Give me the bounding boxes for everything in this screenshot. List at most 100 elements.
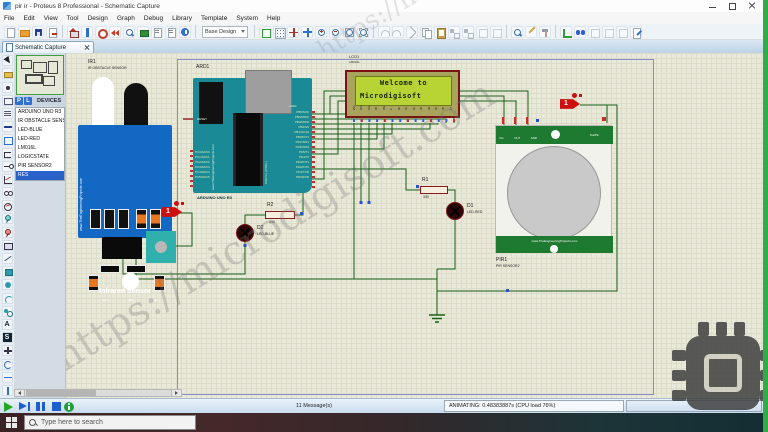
zoom-in-icon[interactable] (315, 26, 327, 38)
tab-close-icon[interactable] (84, 45, 90, 51)
device-list-item[interactable]: LED-BLUE (16, 126, 64, 135)
zoom-area-icon[interactable] (357, 26, 369, 38)
refresh-icon[interactable] (81, 26, 93, 38)
scroll-left-icon[interactable] (15, 390, 25, 396)
2d-arc-icon[interactable] (2, 293, 13, 304)
ir-sensor-module[interactable]: www.TheEngineeringProjects.com Infrared … (78, 125, 172, 238)
taskbar-search[interactable]: Type here to search (24, 415, 196, 430)
device-pin-icon[interactable] (2, 161, 13, 172)
menu-item[interactable]: Edit (23, 15, 34, 22)
device-list-item[interactable]: LED-RED (16, 135, 64, 144)
library-button[interactable]: L (24, 97, 32, 105)
scroll-right-icon[interactable] (171, 390, 181, 396)
maximize-button[interactable] (722, 0, 742, 12)
mirror-vertical-icon[interactable] (2, 385, 13, 396)
menu-item[interactable]: Graph (117, 15, 135, 22)
device-list-item[interactable]: LOGICSTATE (16, 153, 64, 162)
pir-sensor-module[interactable]: VccOUTGND TestPin www.TheEngineeringProj… (495, 125, 612, 253)
design-explorer-select[interactable]: Base Design (202, 26, 248, 38)
sim-pause-button[interactable] (34, 401, 48, 412)
sim-step-button[interactable] (18, 401, 32, 412)
zoom-all-icon[interactable] (343, 26, 355, 38)
resistor-r2[interactable] (265, 211, 295, 219)
led-d1[interactable] (446, 202, 464, 220)
undo-icon[interactable] (378, 26, 390, 38)
home-icon[interactable] (67, 26, 79, 38)
menu-item[interactable]: System (236, 15, 258, 22)
pan-icon[interactable] (301, 26, 313, 38)
text-script-icon[interactable] (2, 108, 13, 119)
menu-item[interactable]: Library (172, 15, 192, 22)
origin-icon[interactable] (287, 26, 299, 38)
marker-mode-icon[interactable] (2, 345, 13, 356)
resistor-r1[interactable] (420, 186, 448, 194)
device-list-item[interactable]: IR OBSTACLE SENSOR (16, 117, 64, 126)
scrollbar-thumb[interactable] (26, 390, 96, 396)
design-notes-icon[interactable] (630, 26, 642, 38)
overview-minimap[interactable] (16, 55, 64, 95)
graph-mode-icon[interactable] (2, 174, 13, 185)
led-d2[interactable] (236, 224, 254, 242)
bus-mode-icon[interactable] (2, 121, 13, 132)
2d-symbol-icon[interactable]: S (2, 332, 13, 343)
message-count-label[interactable]: 11 Message(s) (296, 403, 332, 409)
close-button[interactable] (742, 0, 762, 12)
help-icon[interactable] (179, 26, 191, 38)
new-sheet-icon[interactable] (602, 26, 614, 38)
sim-play-button[interactable] (2, 401, 16, 412)
generator-mode-icon[interactable] (2, 200, 13, 211)
rotate-clockwise-icon[interactable] (2, 359, 13, 370)
remove-sheet-icon[interactable] (616, 26, 628, 38)
bom-icon[interactable] (151, 26, 163, 38)
terminal-mode-icon[interactable] (2, 148, 13, 159)
voltage-probe-icon[interactable] (2, 213, 13, 224)
block-rotate-icon[interactable] (476, 26, 488, 38)
tab-schematic-capture[interactable]: Schematic Capture (2, 41, 94, 53)
open-project-icon[interactable] (18, 26, 30, 38)
menu-item[interactable]: Design (88, 15, 108, 22)
pick-devices-button[interactable]: P (15, 97, 23, 105)
block-move-icon[interactable] (462, 26, 474, 38)
property-assignment-icon[interactable] (588, 26, 600, 38)
tape-recorder-icon[interactable] (2, 187, 13, 198)
wire-label-icon[interactable] (2, 95, 13, 106)
block-copy-icon[interactable] (448, 26, 460, 38)
menu-item[interactable]: View (44, 15, 58, 22)
redraw-icon[interactable] (259, 26, 271, 38)
device-list-item[interactable]: LM016L (16, 144, 64, 153)
device-list-item[interactable]: RES (16, 171, 64, 180)
edit-part-icon[interactable] (511, 26, 523, 38)
menu-item[interactable]: Tool (67, 15, 79, 22)
netlist-icon[interactable] (137, 26, 149, 38)
edit-properties-icon[interactable] (525, 26, 537, 38)
subcircuit-icon[interactable] (2, 134, 13, 145)
device-list-item[interactable]: ARDUINO UNO R3 (16, 108, 64, 117)
menu-item[interactable]: Help (267, 15, 280, 22)
logicstate-ir-toggle[interactable] (174, 201, 179, 206)
goto-sheet-icon[interactable] (109, 26, 121, 38)
import-icon[interactable] (46, 26, 58, 38)
menu-item[interactable]: File (4, 15, 14, 22)
2d-line-icon[interactable] (2, 253, 13, 264)
device-list-item[interactable]: PIR SENSOR2 (16, 162, 64, 171)
current-probe-icon[interactable] (2, 227, 13, 238)
cut-icon[interactable] (406, 26, 418, 38)
2d-circle-icon[interactable] (2, 279, 13, 290)
sim-stop-button[interactable] (50, 401, 64, 412)
horizontal-scrollbar[interactable] (14, 389, 182, 397)
component-mode-icon[interactable] (2, 68, 13, 79)
block-delete-icon[interactable] (490, 26, 502, 38)
new-project-icon[interactable] (4, 26, 16, 38)
logicstate-pir-toggle[interactable] (572, 93, 577, 98)
grid-toggle-icon[interactable] (273, 26, 285, 38)
design-tools-icon[interactable] (539, 26, 551, 38)
virtual-instrument-icon[interactable] (2, 240, 13, 251)
selection-mode-icon[interactable] (2, 55, 13, 66)
save-project-icon[interactable] (32, 26, 44, 38)
center-icon[interactable] (95, 26, 107, 38)
lcd-display[interactable]: Welcome to Microdigisoft VSSVDDVEERSRWED… (345, 70, 460, 118)
junction-dot-icon[interactable] (2, 82, 13, 93)
2d-box-icon[interactable] (2, 266, 13, 277)
search-tag-icon[interactable] (574, 26, 586, 38)
redo-icon[interactable] (392, 26, 404, 38)
